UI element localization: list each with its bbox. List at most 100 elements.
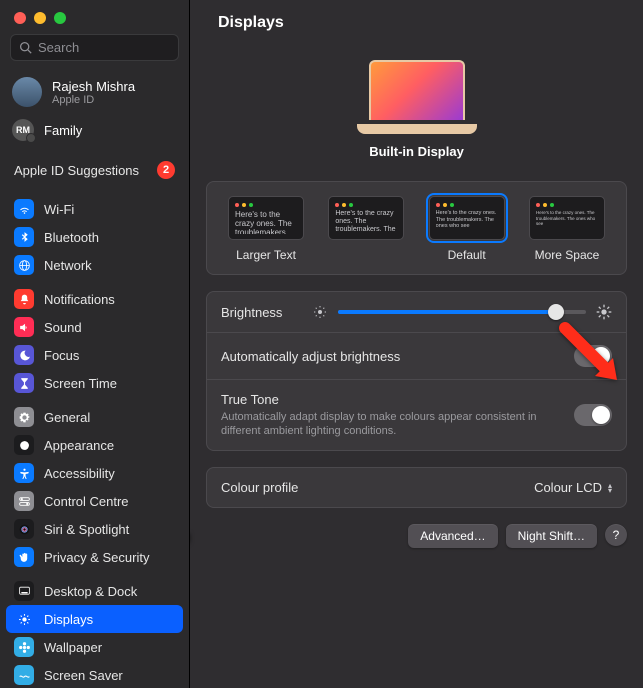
sidebar-item-screensaver[interactable]: Screen Saver bbox=[6, 661, 183, 688]
resolution-panel: Here's to the crazy ones. The troublemak… bbox=[206, 181, 627, 275]
zoom-window-button[interactable] bbox=[54, 12, 66, 24]
speaker-icon bbox=[14, 317, 34, 337]
sidebar-item-network[interactable]: Network bbox=[6, 251, 183, 279]
sidebar-item-siri[interactable]: Siri & Spotlight bbox=[6, 515, 183, 543]
close-window-button[interactable] bbox=[14, 12, 26, 24]
accessibility-icon bbox=[14, 463, 34, 483]
page-title: Displays bbox=[190, 0, 643, 36]
sidebar-items: Wi-Fi Bluetooth Network Notifications Sound F… bbox=[0, 185, 189, 688]
sidebar-item-screentime[interactable]: Screen Time bbox=[6, 369, 183, 397]
resolution-option[interactable]: Here's to the crazy ones. The troublemak… bbox=[221, 194, 311, 262]
siri-icon bbox=[14, 519, 34, 539]
sidebar-item-appearance[interactable]: Appearance bbox=[6, 431, 183, 459]
sidebar-item-label: Screen Time bbox=[44, 376, 117, 391]
sidebar-item-label: Bluetooth bbox=[44, 230, 99, 245]
sidebar-item-label: Notifications bbox=[44, 292, 115, 307]
resolution-option[interactable]: Here's to the crazy ones. The troublemak… bbox=[321, 194, 411, 262]
advanced-button[interactable]: Advanced… bbox=[408, 524, 497, 548]
resolution-option[interactable]: Here's to the crazy ones. The troublemak… bbox=[522, 194, 612, 262]
sidebar-item-privacy[interactable]: Privacy & Security bbox=[6, 543, 183, 571]
resolution-thumbnail: Here's to the crazy ones. The troublemak… bbox=[228, 196, 304, 240]
resolution-thumbnail: Here's to the crazy ones. The troublemak… bbox=[429, 196, 505, 240]
resolution-option[interactable]: Here's to the crazy ones. The troublemak… bbox=[422, 194, 512, 262]
colour-profile-row[interactable]: Colour profile Colour LCD ▴▾ bbox=[207, 468, 626, 507]
sidebar-item-label: Focus bbox=[44, 348, 79, 363]
footer-buttons: Advanced… Night Shift… ? bbox=[190, 516, 643, 548]
sidebar-item-label: Siri & Spotlight bbox=[44, 522, 129, 537]
brightness-slider[interactable] bbox=[338, 310, 586, 314]
sidebar-item-label: Desktop & Dock bbox=[44, 584, 137, 599]
apple-id-suggestions-row[interactable]: Apple ID Suggestions 2 bbox=[0, 147, 189, 185]
sidebar-item-label: Network bbox=[44, 258, 92, 273]
sidebar-item-label: Wallpaper bbox=[44, 640, 102, 655]
resolution-label: Default bbox=[448, 248, 486, 262]
true-tone-row: True Tone Automatically adapt display to… bbox=[207, 379, 626, 450]
night-shift-button[interactable]: Night Shift… bbox=[506, 524, 597, 548]
resolution-thumbnail: Here's to the crazy ones. The troublemak… bbox=[328, 196, 404, 240]
appearance-icon bbox=[14, 435, 34, 455]
sidebar-item-label: Privacy & Security bbox=[44, 550, 149, 565]
wave-icon bbox=[14, 665, 34, 685]
resolution-label: Larger Text bbox=[236, 248, 296, 262]
colour-profile-label: Colour profile bbox=[221, 480, 298, 495]
suggestions-badge: 2 bbox=[157, 161, 175, 179]
display-name: Built-in Display bbox=[369, 144, 464, 159]
resolution-label: More Space bbox=[535, 248, 600, 262]
sidebar-item-notifications[interactable]: Notifications bbox=[6, 285, 183, 313]
sidebar-item-displays[interactable]: Displays bbox=[6, 605, 183, 633]
true-tone-description: Automatically adapt display to make colo… bbox=[221, 410, 541, 438]
sidebar-item-general[interactable]: General bbox=[6, 403, 183, 431]
chevron-updown-icon: ▴▾ bbox=[608, 483, 612, 493]
apple-id-row[interactable]: Rajesh Mishra Apple ID bbox=[0, 71, 189, 113]
sun-icon bbox=[14, 609, 34, 629]
hourglass-icon bbox=[14, 373, 34, 393]
auto-brightness-toggle[interactable] bbox=[574, 345, 612, 367]
flower-icon bbox=[14, 637, 34, 657]
laptop-illustration bbox=[357, 60, 477, 134]
family-label: Family bbox=[44, 123, 82, 138]
gear-icon bbox=[14, 407, 34, 427]
user-name: Rajesh Mishra bbox=[52, 79, 135, 94]
sidebar-item-label: Screen Saver bbox=[44, 668, 123, 683]
globe-icon bbox=[14, 255, 34, 275]
hand-icon bbox=[14, 547, 34, 567]
sidebar-item-sound[interactable]: Sound bbox=[6, 313, 183, 341]
sidebar-item-controlcentre[interactable]: Control Centre bbox=[6, 487, 183, 515]
true-tone-label: True Tone bbox=[221, 392, 541, 407]
sidebar-item-label: Appearance bbox=[44, 438, 114, 453]
sun-dim-icon bbox=[312, 304, 328, 320]
minimize-window-button[interactable] bbox=[34, 12, 46, 24]
search-placeholder: Search bbox=[38, 40, 79, 55]
suggestions-label: Apple ID Suggestions bbox=[14, 163, 139, 178]
sidebar-item-bluetooth[interactable]: Bluetooth bbox=[6, 223, 183, 251]
display-hero: Built-in Display bbox=[190, 36, 643, 173]
search-icon bbox=[19, 41, 32, 54]
sidebar-item-wallpaper[interactable]: Wallpaper bbox=[6, 633, 183, 661]
sun-bright-icon bbox=[596, 304, 612, 320]
brightness-row: Brightness bbox=[207, 292, 626, 332]
help-button[interactable]: ? bbox=[605, 524, 627, 546]
search-input[interactable]: Search bbox=[10, 34, 179, 61]
sidebar-item-accessibility[interactable]: Accessibility bbox=[6, 459, 183, 487]
sidebar-item-label: General bbox=[44, 410, 90, 425]
moon-icon bbox=[14, 345, 34, 365]
user-subtitle: Apple ID bbox=[52, 94, 135, 106]
sidebar-item-focus[interactable]: Focus bbox=[6, 341, 183, 369]
family-row[interactable]: RM Family bbox=[0, 113, 189, 147]
main-content: Displays Built-in Display Here's to the … bbox=[190, 0, 643, 688]
sidebar-item-desktop[interactable]: Desktop & Dock bbox=[6, 577, 183, 605]
sidebar-item-label: Wi-Fi bbox=[44, 202, 74, 217]
true-tone-toggle[interactable] bbox=[574, 404, 612, 426]
colour-profile-select[interactable]: Colour LCD ▴▾ bbox=[534, 480, 612, 495]
sidebar-item-label: Sound bbox=[44, 320, 82, 335]
sidebar-item-label: Displays bbox=[44, 612, 93, 627]
sidebar-item-wifi[interactable]: Wi-Fi bbox=[6, 195, 183, 223]
resolution-thumbnail: Here's to the crazy ones. The troublemak… bbox=[529, 196, 605, 240]
bell-icon bbox=[14, 289, 34, 309]
sidebar: Search Rajesh Mishra Apple ID RM Family … bbox=[0, 0, 190, 688]
sidebar-item-label: Accessibility bbox=[44, 466, 115, 481]
auto-brightness-label: Automatically adjust brightness bbox=[221, 349, 400, 364]
family-avatar: RM bbox=[12, 119, 34, 141]
window-controls bbox=[0, 0, 189, 34]
sidebar-item-label: Control Centre bbox=[44, 494, 129, 509]
